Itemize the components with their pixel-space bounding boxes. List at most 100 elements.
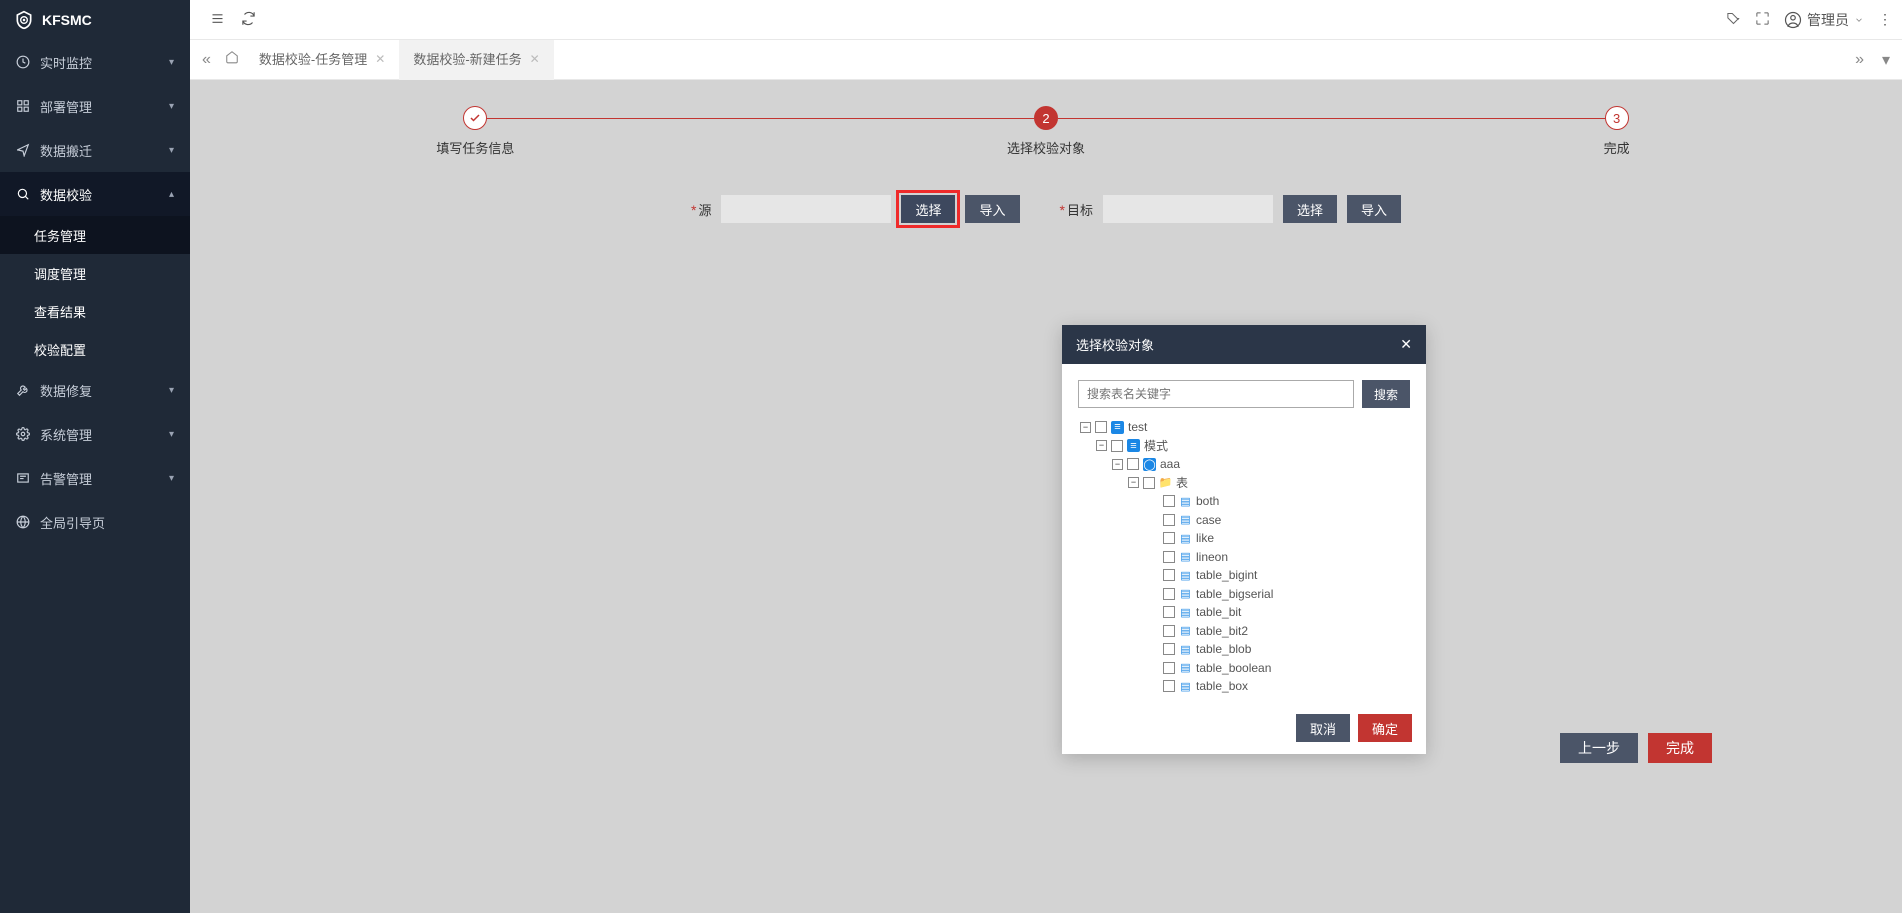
checkbox[interactable] (1163, 680, 1175, 692)
tree-spacer (1148, 588, 1159, 599)
dialog-close-btn[interactable]: ✕ (1400, 336, 1412, 353)
tree-label: table_bigserial (1196, 587, 1273, 601)
tree-spacer (1148, 607, 1159, 618)
checkbox[interactable] (1163, 643, 1175, 655)
repair-icon (16, 383, 30, 397)
prev-step-btn[interactable]: 上一步 (1560, 733, 1638, 763)
sidebar-item-deploy[interactable]: 部署管理 ▾ (0, 84, 190, 128)
finish-btn[interactable]: 完成 (1648, 733, 1712, 763)
more-icon[interactable]: ⋮ (1878, 11, 1892, 28)
sidebar-item-migration[interactable]: 数据搬迁 ▾ (0, 128, 190, 172)
checkbox[interactable] (1163, 514, 1175, 526)
tree-item[interactable]: −📁表 (1080, 474, 1410, 492)
tag-icon[interactable] (1726, 11, 1741, 29)
tree-label: table_boolean (1196, 661, 1271, 675)
tab-newtask[interactable]: 数据校验-新建任务 ✕ (399, 40, 553, 80)
sidebar-label: 告警管理 (40, 469, 169, 488)
tree-item[interactable]: ▤like (1080, 529, 1410, 547)
source-input[interactable] (721, 195, 891, 223)
step-circle: 2 (1034, 106, 1058, 130)
tab-home[interactable] (219, 50, 245, 69)
table-icon: ▤ (1179, 624, 1192, 637)
table-icon: ▤ (1179, 495, 1192, 508)
source-select-btn[interactable]: 选择 (901, 195, 955, 223)
db-icon: ≡ (1111, 421, 1124, 434)
tree-item[interactable]: ▤table_blob (1080, 640, 1410, 658)
checkbox[interactable] (1163, 569, 1175, 581)
checkbox[interactable] (1095, 421, 1107, 433)
close-icon[interactable]: ✕ (375, 52, 385, 66)
tree-item[interactable]: ▤table_bigint (1080, 566, 1410, 584)
sidebar-item-monitor[interactable]: 实时监控 ▾ (0, 40, 190, 84)
checkbox[interactable] (1163, 606, 1175, 618)
sidebar-item-repair[interactable]: 数据修复 ▾ (0, 368, 190, 412)
tree-item[interactable]: ▤table_bytea (1080, 696, 1410, 699)
target-input[interactable] (1103, 195, 1273, 223)
checkbox[interactable] (1163, 495, 1175, 507)
tree-item[interactable]: −≡模式 (1080, 437, 1410, 455)
sidebar-label: 数据校验 (40, 185, 169, 204)
checkbox[interactable] (1163, 625, 1175, 637)
sidebar-sub-taskmgr[interactable]: 任务管理 (0, 216, 190, 254)
tree-item[interactable]: ▤case (1080, 511, 1410, 529)
checkbox[interactable] (1143, 477, 1155, 489)
collapse-icon[interactable]: − (1128, 477, 1139, 488)
tree-item[interactable]: −≡test (1080, 418, 1410, 436)
tabs-menu[interactable]: ▾ (1876, 50, 1896, 70)
search-btn[interactable]: 搜索 (1362, 380, 1410, 408)
sidebar-sub-results[interactable]: 查看结果 (0, 292, 190, 330)
dialog-search: 搜索 (1078, 380, 1410, 408)
step-2: 2 选择校验对象 (761, 106, 1332, 157)
tabs-scroll-left[interactable]: « (196, 51, 217, 69)
tree-label: 模式 (1144, 437, 1168, 454)
form-row: *源 选择 导入 *目标 选择 导入 (190, 171, 1902, 247)
tree-spacer (1148, 551, 1159, 562)
refresh-btn[interactable] (233, 5, 264, 35)
tree-item[interactable]: ▤lineon (1080, 548, 1410, 566)
sidebar-item-system[interactable]: 系统管理 ▾ (0, 412, 190, 456)
tree-label: table_bigint (1196, 568, 1257, 582)
sidebar-sub-config[interactable]: 校验配置 (0, 330, 190, 368)
target-import-btn[interactable]: 导入 (1347, 195, 1401, 223)
dialog-cancel-btn[interactable]: 取消 (1296, 714, 1350, 742)
sidebar-item-global[interactable]: 全局引导页 (0, 500, 190, 544)
step-label: 完成 (1604, 138, 1630, 157)
tree-item[interactable]: ▤table_bit2 (1080, 622, 1410, 640)
tree-item[interactable]: −◯aaa (1080, 455, 1410, 473)
fullscreen-icon[interactable] (1755, 11, 1770, 29)
collapse-icon[interactable]: − (1096, 440, 1107, 451)
dialog-ok-btn[interactable]: 确定 (1358, 714, 1412, 742)
tab-taskmgr[interactable]: 数据校验-任务管理 ✕ (245, 40, 399, 80)
checkbox[interactable] (1163, 532, 1175, 544)
tree-item[interactable]: ▤table_box (1080, 677, 1410, 695)
close-icon[interactable]: ✕ (530, 52, 540, 66)
dialog-header: 选择校验对象 ✕ (1062, 325, 1426, 364)
target-select-btn[interactable]: 选择 (1283, 195, 1337, 223)
table-icon: ▤ (1179, 643, 1192, 656)
tree-item[interactable]: ▤table_bigserial (1080, 585, 1410, 603)
tree-label: 表 (1176, 474, 1188, 491)
collapse-sidebar-btn[interactable] (202, 5, 233, 35)
sidebar-item-validate[interactable]: 数据校验 ▴ (0, 172, 190, 216)
tree-scroll[interactable]: −≡test−≡模式−◯aaa−📁表▤both▤case▤like▤lineon… (1078, 418, 1410, 698)
checkbox[interactable] (1163, 551, 1175, 563)
tree-item[interactable]: ▤table_bit (1080, 603, 1410, 621)
collapse-icon[interactable]: − (1080, 422, 1091, 433)
table-search-input[interactable] (1078, 380, 1354, 408)
checkbox[interactable] (1111, 440, 1123, 452)
collapse-icon[interactable]: − (1112, 459, 1123, 470)
sidebar-item-alert[interactable]: 告警管理 ▾ (0, 456, 190, 500)
checkbox[interactable] (1127, 458, 1139, 470)
user-menu-btn[interactable]: 管理员 (1784, 10, 1864, 30)
sidebar-label: 数据搬迁 (40, 141, 169, 160)
checkbox[interactable] (1163, 662, 1175, 674)
app-name: KFSMC (42, 12, 92, 28)
tree-item[interactable]: ▤table_boolean (1080, 659, 1410, 677)
step-circle: 3 (1605, 106, 1629, 130)
table-icon: ▤ (1179, 680, 1192, 693)
tabs-scroll-right[interactable]: » (1847, 51, 1872, 69)
source-import-btn[interactable]: 导入 (965, 195, 1019, 223)
checkbox[interactable] (1163, 588, 1175, 600)
sidebar-sub-schedule[interactable]: 调度管理 (0, 254, 190, 292)
tree-item[interactable]: ▤both (1080, 492, 1410, 510)
